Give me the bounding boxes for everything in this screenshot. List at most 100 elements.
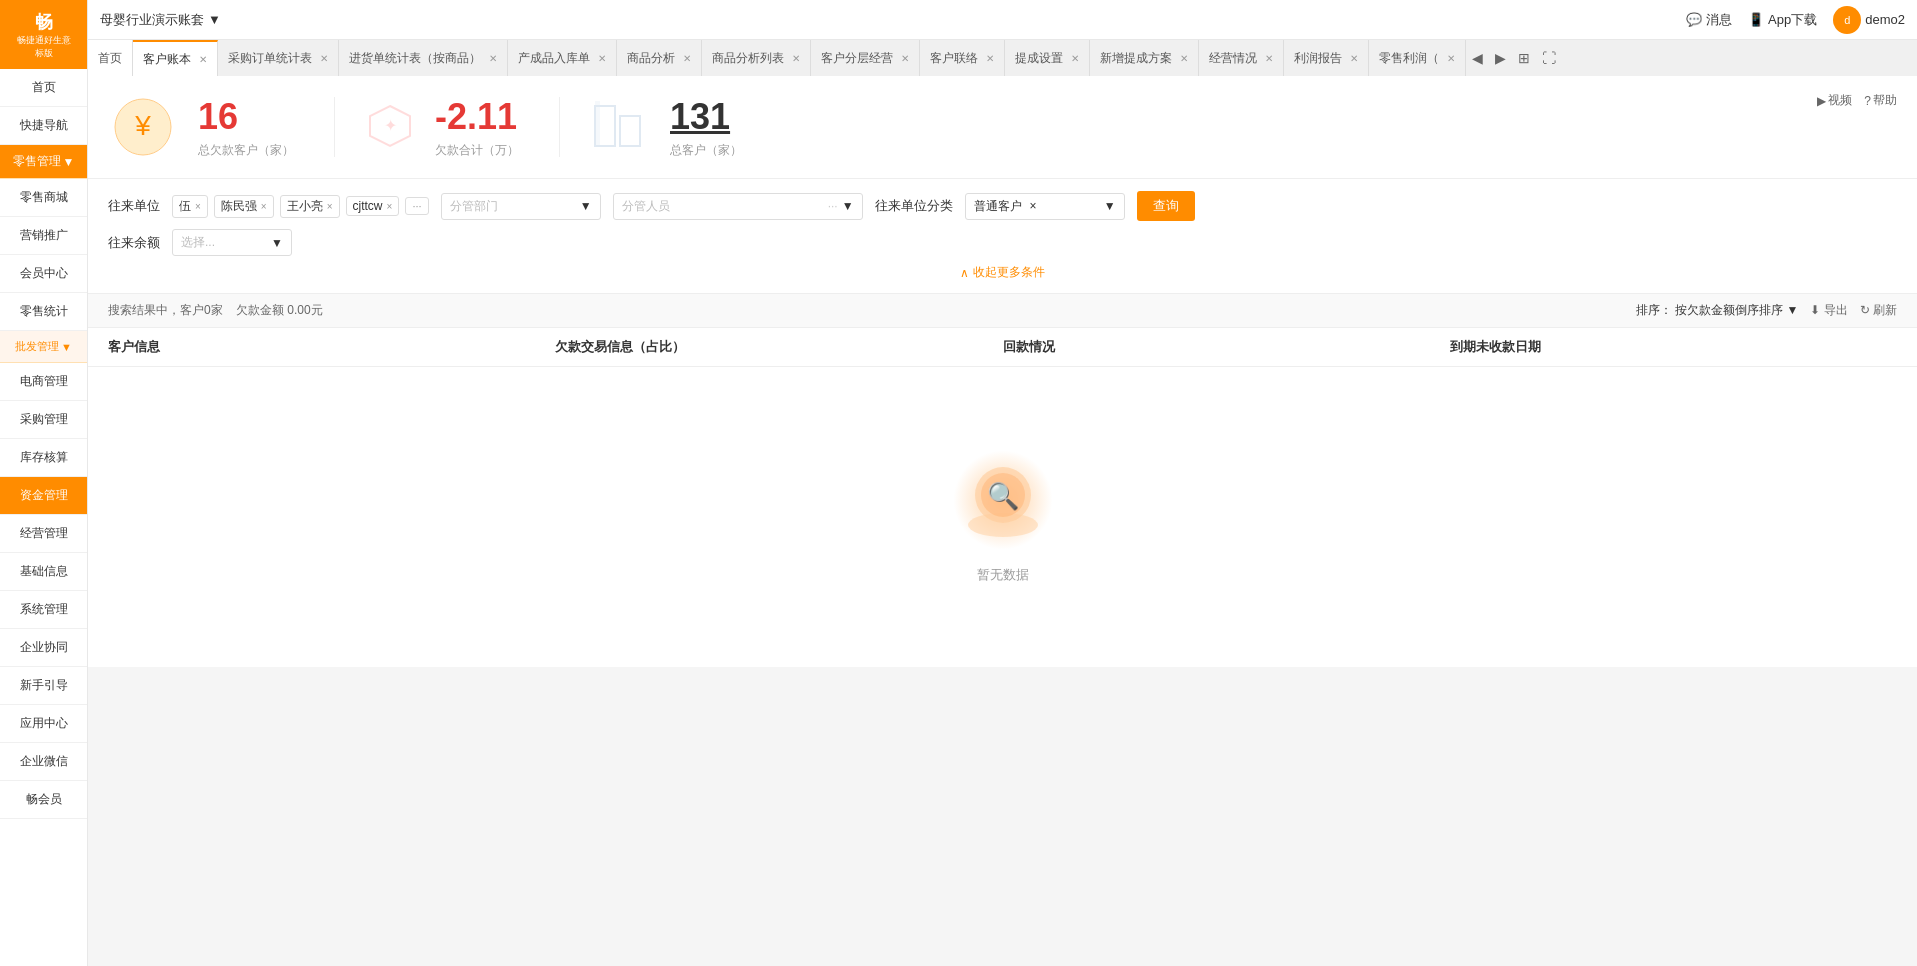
- result-text: 搜索结果中，客户0家 欠款金额 0.00元: [108, 302, 323, 319]
- stat-divider-1: [334, 97, 335, 157]
- sidebar-item-retail-stats[interactable]: 零售统计: [0, 293, 87, 331]
- app-download-btn[interactable]: 📱 App下载: [1748, 11, 1817, 29]
- stat-debt-customers: 16 总欠款客户（家）: [198, 95, 334, 159]
- tag-close-0[interactable]: ×: [195, 201, 201, 212]
- sidebar-item-ecommerce[interactable]: 电商管理: [0, 363, 87, 401]
- tab-customer-contact[interactable]: 客户联络 ✕: [920, 40, 1005, 76]
- tab-production-inbound-close[interactable]: ✕: [598, 53, 606, 64]
- sidebar-item-vip-member[interactable]: 畅会员: [0, 781, 87, 819]
- sidebar-item-batch-mgmt[interactable]: 批发管理 ▼: [0, 331, 87, 363]
- sidebar-item-finance[interactable]: 资金管理: [0, 477, 87, 515]
- tab-retail-profit-label: 零售利润（: [1379, 50, 1439, 67]
- collapse-btn[interactable]: ∧ 收起更多条件: [960, 264, 1045, 281]
- svg-text:✦: ✦: [384, 117, 397, 134]
- query-btn[interactable]: 查询: [1137, 191, 1195, 221]
- tab-customer-contact-close[interactable]: ✕: [986, 53, 994, 64]
- filter-row-2: 往来余额 选择... ▼: [108, 229, 1897, 256]
- sidebar-item-system[interactable]: 系统管理: [0, 591, 87, 629]
- tag-close-3[interactable]: ×: [387, 201, 393, 212]
- tab-commission-settings[interactable]: 提成设置 ✕: [1005, 40, 1090, 76]
- video-btn[interactable]: ▶ 视频: [1817, 92, 1852, 109]
- export-icon: ⬇: [1810, 303, 1820, 317]
- tab-production-inbound[interactable]: 产成品入库单 ✕: [508, 40, 617, 76]
- tabs-more-btn[interactable]: ⊞: [1512, 50, 1536, 66]
- sort-value[interactable]: 按欠款金额倒序排序: [1675, 303, 1783, 317]
- tab-customers[interactable]: 客户账本 ✕: [133, 40, 218, 76]
- export-btn[interactable]: ⬇ 导出: [1810, 302, 1847, 319]
- sidebar-item-inventory[interactable]: 库存核算: [0, 439, 87, 477]
- content-area: ¥ 16 总欠款客户（家） ✦ -2.11 欠款合计（万）: [88, 76, 1917, 966]
- svg-text:🔍: 🔍: [987, 480, 1020, 512]
- filter-tag-1[interactable]: 陈民强 ×: [214, 195, 274, 218]
- sidebar-item-new-guide[interactable]: 新手引导: [0, 667, 87, 705]
- result-bar: 搜索结果中，客户0家 欠款金额 0.00元 排序： 按欠款金额倒序排序 ▼ ⬇ …: [88, 294, 1917, 328]
- sidebar-item-enterprise-wechat[interactable]: 企业微信: [0, 743, 87, 781]
- store-selector[interactable]: 母婴行业演示账套 ▼: [100, 11, 221, 29]
- tab-purchase-stats[interactable]: 进货单统计表（按商品） ✕: [339, 40, 508, 76]
- tab-operations[interactable]: 经营情况 ✕: [1199, 40, 1284, 76]
- tab-product-analysis[interactable]: 商品分析 ✕: [617, 40, 702, 76]
- tab-commission-settings-close[interactable]: ✕: [1071, 53, 1079, 64]
- tabs-maximize-btn[interactable]: ⛶: [1536, 50, 1562, 66]
- unit-class-close[interactable]: ×: [1030, 199, 1037, 213]
- filter-tag-3[interactable]: cjttcw ×: [346, 196, 400, 216]
- tab-new-commission-plan[interactable]: 新增提成方案 ✕: [1090, 40, 1199, 76]
- person-filter-label: 分管人员: [622, 198, 670, 215]
- tab-commission-settings-label: 提成设置: [1015, 50, 1063, 67]
- sidebar-item-purchase[interactable]: 采购管理: [0, 401, 87, 439]
- sidebar-item-enterprise-coop[interactable]: 企业协同: [0, 629, 87, 667]
- tab-profit-report-close[interactable]: ✕: [1350, 53, 1358, 64]
- dept-filter[interactable]: 分管部门 ▼: [441, 193, 601, 220]
- tab-customers-close[interactable]: ✕: [199, 54, 207, 65]
- help-btn[interactable]: ? 帮助: [1864, 92, 1897, 109]
- tab-retail-profit[interactable]: 零售利润（ ✕: [1369, 40, 1466, 76]
- user-menu[interactable]: d demo2: [1833, 6, 1905, 34]
- tab-product-analysis-close[interactable]: ✕: [683, 53, 691, 64]
- tab-purchase-stats-close[interactable]: ✕: [489, 53, 497, 64]
- sidebar-item-app-center[interactable]: 应用中心: [0, 705, 87, 743]
- sidebar-item-basic-info[interactable]: 基础信息: [0, 553, 87, 591]
- sidebar-item-home[interactable]: 首页: [0, 69, 87, 107]
- filter-tag-2[interactable]: 王小亮 ×: [280, 195, 340, 218]
- tab-customers-label: 客户账本: [143, 51, 191, 68]
- sidebar-item-marketing[interactable]: 营销推广: [0, 217, 87, 255]
- tab-customer-segment-close[interactable]: ✕: [901, 53, 909, 64]
- unit-class-filter[interactable]: 普通客户 × ▼: [965, 193, 1125, 220]
- tag-close-2[interactable]: ×: [327, 201, 333, 212]
- page-icon-right: [590, 96, 650, 159]
- sidebar-item-quick-nav[interactable]: 快捷导航: [0, 107, 87, 145]
- tab-product-analysis-list-close[interactable]: ✕: [792, 53, 800, 64]
- tab-customer-segment[interactable]: 客户分层经营 ✕: [811, 40, 920, 76]
- tabs-next-btn[interactable]: ▶: [1489, 50, 1512, 66]
- sidebar-item-operations-mgmt[interactable]: 经营管理: [0, 515, 87, 553]
- tab-new-commission-plan-label: 新增提成方案: [1100, 50, 1172, 67]
- tabs-prev-btn[interactable]: ◀: [1466, 50, 1489, 66]
- help-icon: ?: [1864, 94, 1871, 108]
- play-icon: ▶: [1817, 94, 1826, 108]
- message-btn[interactable]: 💬 消息: [1686, 11, 1732, 29]
- table-body: 🔍 暂无数据: [88, 367, 1917, 667]
- refresh-btn[interactable]: ↻ 刷新: [1860, 302, 1897, 319]
- debt-total-label: 欠款合计（万）: [435, 142, 519, 159]
- person-chevron: ▼: [842, 199, 854, 213]
- sidebar-item-retail-mall[interactable]: 零售商城: [0, 179, 87, 217]
- tab-product-analysis-list[interactable]: 商品分析列表 ✕: [702, 40, 811, 76]
- total-customers-value: 131: [670, 95, 730, 138]
- tab-purchase-orders-close[interactable]: ✕: [320, 53, 328, 64]
- balance-filter[interactable]: 选择... ▼: [172, 229, 292, 256]
- filter-tag-0[interactable]: 伍 ×: [172, 195, 208, 218]
- tab-home[interactable]: 首页: [88, 40, 133, 76]
- tab-operations-close[interactable]: ✕: [1265, 53, 1273, 64]
- sidebar-item-member-center[interactable]: 会员中心: [0, 255, 87, 293]
- sidebar: 畅 畅捷通好生意 标版 首页 快捷导航 零售管理 ▼ 零售商城 营销推广 会员中…: [0, 0, 88, 966]
- debt-customers-label: 总欠款客户（家）: [198, 142, 294, 159]
- sidebar-item-retail[interactable]: 零售管理 ▼: [0, 145, 87, 179]
- tab-profit-report[interactable]: 利润报告 ✕: [1284, 40, 1369, 76]
- tab-purchase-orders[interactable]: 采购订单统计表 ✕: [218, 40, 339, 76]
- tab-retail-profit-close[interactable]: ✕: [1447, 53, 1455, 64]
- person-filter[interactable]: 分管人员 ··· ▼: [613, 193, 863, 220]
- filter-tag-more[interactable]: ···: [405, 197, 428, 215]
- col-debt-info: 欠款交易信息（占比）: [555, 338, 1002, 356]
- tag-close-1[interactable]: ×: [261, 201, 267, 212]
- tab-new-commission-plan-close[interactable]: ✕: [1180, 53, 1188, 64]
